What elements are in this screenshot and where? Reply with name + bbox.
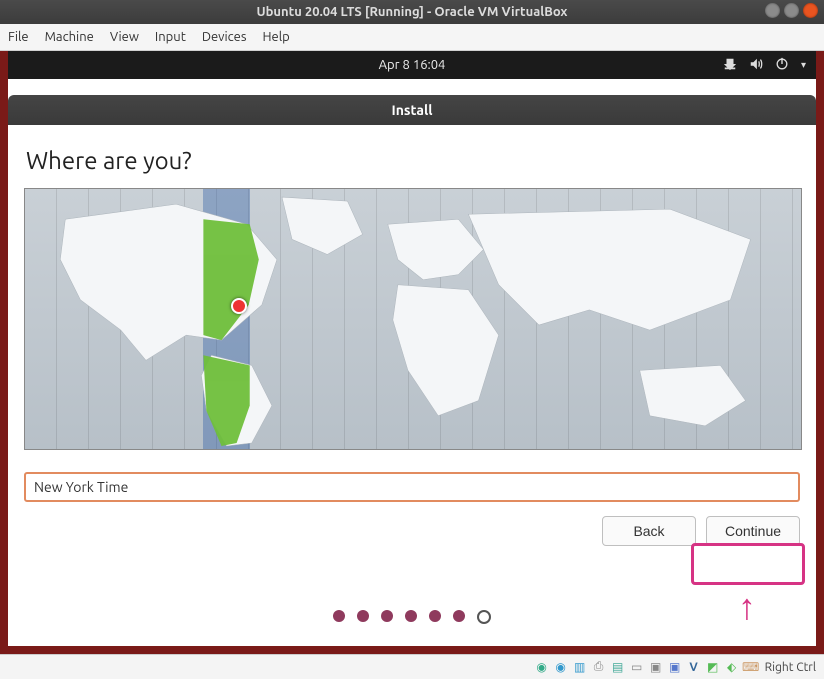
menu-file[interactable]: File xyxy=(8,30,29,44)
timezone-input[interactable] xyxy=(24,472,800,502)
display-icon[interactable]: ▭ xyxy=(629,659,645,675)
maximize-icon[interactable] xyxy=(784,3,799,18)
menu-input[interactable]: Input xyxy=(155,30,186,44)
progress-dot-upcoming xyxy=(477,610,491,624)
window-controls xyxy=(765,3,818,18)
chevron-down-icon[interactable]: ▾ xyxy=(801,59,806,71)
minimize-icon[interactable] xyxy=(765,3,780,18)
vbox-menubar: File Machine View Input Devices Help xyxy=(0,24,824,51)
power-icon[interactable] xyxy=(775,57,789,74)
button-row: Back Continue xyxy=(24,516,800,546)
shared-folder-icon[interactable]: ▤ xyxy=(610,659,626,675)
close-icon[interactable] xyxy=(803,3,818,18)
location-pin-icon xyxy=(231,298,247,314)
back-button[interactable]: Back xyxy=(602,516,696,546)
volume-icon[interactable] xyxy=(749,57,763,74)
cam-icon[interactable]: ◩ xyxy=(705,659,721,675)
disc-icon[interactable]: ◉ xyxy=(553,659,569,675)
installer-title: Install xyxy=(392,102,433,118)
vm-display: Apr 8 16:04 ▾ Install Where are you? xyxy=(0,51,824,654)
menu-help[interactable]: Help xyxy=(263,30,290,44)
installer-body: Where are you? xyxy=(8,125,816,634)
timezone-input-wrap xyxy=(24,472,800,502)
progress-dot xyxy=(429,610,441,622)
host-key-label: Right Ctrl xyxy=(765,661,816,674)
menu-machine[interactable]: Machine xyxy=(45,30,94,44)
progress-dot xyxy=(381,610,393,622)
gnome-topbar: Apr 8 16:04 ▾ xyxy=(8,51,816,79)
menu-devices[interactable]: Devices xyxy=(202,30,247,44)
progress-dots xyxy=(24,610,800,624)
menu-view[interactable]: View xyxy=(110,30,139,44)
hdd-icon[interactable]: ◉ xyxy=(534,659,550,675)
gnome-status-area[interactable]: ▾ xyxy=(723,51,806,79)
statusbar-icons: ◉ ◉ ▥ ⎙ ▤ ▭ ▣ ▣ V ◩ ⬖ ⌨ xyxy=(534,659,759,675)
continue-button[interactable]: Continue xyxy=(706,516,800,546)
annotation-highlight-box xyxy=(691,543,805,585)
progress-dot xyxy=(453,610,465,622)
usb-icon[interactable]: ⎙ xyxy=(591,659,607,675)
video-icon[interactable]: ▣ xyxy=(667,659,683,675)
recording-icon[interactable]: ▣ xyxy=(648,659,664,675)
progress-dot xyxy=(357,610,369,622)
hostkey-icon[interactable]: ⌨ xyxy=(743,659,759,675)
network-icon[interactable] xyxy=(723,57,737,74)
window-title: Ubuntu 20.04 LTS [Running] - Oracle VM V… xyxy=(257,5,568,19)
timezone-map[interactable] xyxy=(24,188,802,450)
progress-dot xyxy=(333,610,345,622)
installer-titlebar: Install xyxy=(8,95,816,125)
page-heading: Where are you? xyxy=(26,147,800,174)
vbox-titlebar: Ubuntu 20.04 LTS [Running] - Oracle VM V… xyxy=(0,0,824,24)
clock-label: Apr 8 16:04 xyxy=(379,58,446,72)
mouse-icon[interactable]: ⬖ xyxy=(724,659,740,675)
network-status-icon[interactable]: ▥ xyxy=(572,659,588,675)
vbox-icon[interactable]: V xyxy=(686,659,702,675)
vbox-statusbar: ◉ ◉ ▥ ⎙ ▤ ▭ ▣ ▣ V ◩ ⬖ ⌨ Right Ctrl xyxy=(0,654,824,679)
progress-dot xyxy=(405,610,417,622)
